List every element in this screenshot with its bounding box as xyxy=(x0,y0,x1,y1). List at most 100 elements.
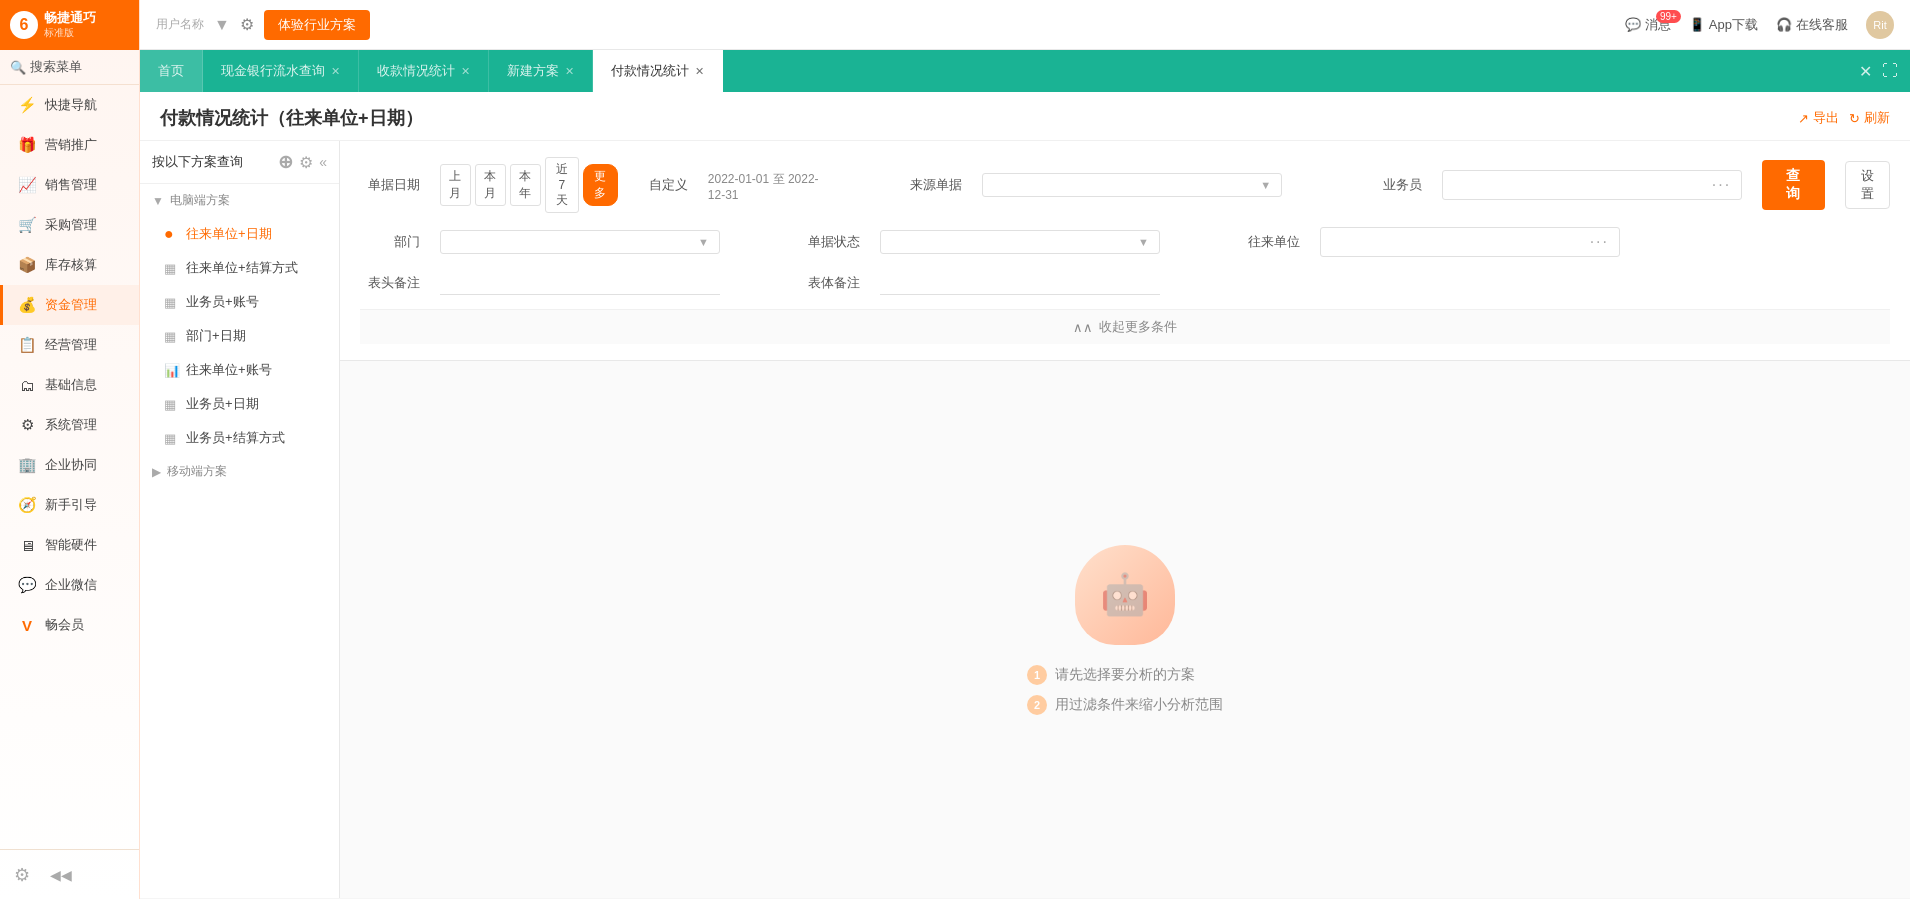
salesman-label: 业务员 xyxy=(1362,176,1422,194)
export-icon: ↗ xyxy=(1798,111,1809,126)
sidebar-item-purchase[interactable]: 🛒 采购管理 xyxy=(0,205,139,245)
hint-num-1: 1 xyxy=(1027,665,1047,685)
source-select[interactable]: ▼ xyxy=(982,173,1282,197)
scheme-item-partner-settlement[interactable]: ▦ 往来单位+结算方式 xyxy=(140,251,339,285)
search-menu[interactable]: 🔍 搜索菜单 xyxy=(0,50,139,85)
scheme-item-partner-account[interactable]: 📊 往来单位+账号 xyxy=(140,353,339,387)
trial-button[interactable]: 体验行业方案 xyxy=(264,10,370,40)
collapse-button[interactable]: ∧∧ 收起更多条件 xyxy=(360,309,1890,344)
scheme-item-salesman-settlement[interactable]: ▦ 业务员+结算方式 xyxy=(140,421,339,455)
table-header-note-label: 表头备注 xyxy=(360,274,420,292)
sidebar-item-weixin[interactable]: 💬 企业微信 xyxy=(0,565,139,605)
salesman-account-icon: ▦ xyxy=(164,295,180,310)
sidebar-item-label: 智能硬件 xyxy=(45,536,97,554)
app-download-button[interactable]: 📱 App下载 xyxy=(1689,16,1758,34)
bottom-collapse-icon[interactable]: ◀◀ xyxy=(50,867,72,883)
partner-select[interactable]: ··· xyxy=(1320,227,1620,257)
scheme-item-salesman-account[interactable]: ▦ 业务员+账号 xyxy=(140,285,339,319)
tab-expand-icon[interactable]: ⛶ xyxy=(1882,62,1898,80)
sidebar-item-operation[interactable]: 📋 经营管理 xyxy=(0,325,139,365)
scheme-item-dept-date[interactable]: ▦ 部门+日期 xyxy=(140,319,339,353)
sidebar-item-label: 畅会员 xyxy=(45,616,84,634)
close-new-scheme-icon[interactable]: ✕ xyxy=(565,65,574,78)
sidebar-item-system[interactable]: ⚙ 系统管理 xyxy=(0,405,139,445)
action-btns: 设置 xyxy=(1845,161,1890,209)
salesman-dots[interactable]: ··· xyxy=(1712,176,1731,194)
message-button[interactable]: 💬 消息 99+ xyxy=(1625,16,1671,34)
salesman-select[interactable]: ··· xyxy=(1442,170,1742,200)
sidebar-item-guide[interactable]: 🧭 新手引导 xyxy=(0,485,139,525)
dept-select[interactable]: ▼ xyxy=(440,230,720,254)
date-btn-more[interactable]: 更多 xyxy=(583,164,618,206)
user-avatar[interactable]: Rit xyxy=(1866,11,1894,39)
sidebar-item-label: 系统管理 xyxy=(45,416,97,434)
tab-payment-stat[interactable]: 付款情况统计 ✕ xyxy=(593,50,723,92)
scheme-group-desktop[interactable]: ▼ 电脑端方案 xyxy=(140,184,339,217)
logo-icon: 6 xyxy=(10,11,38,39)
date-btn-last-month[interactable]: 上月 xyxy=(440,164,471,206)
receipt-stat-tab-label: 收款情况统计 xyxy=(377,62,455,80)
collapse-chevron-icon: ∧∧ xyxy=(1073,320,1093,335)
page-title: 付款情况统计（往来单位+日期） xyxy=(160,106,423,130)
tab-new-scheme[interactable]: 新建方案 ✕ xyxy=(489,50,593,92)
app-label: App下载 xyxy=(1709,16,1758,34)
table-header-note-input[interactable] xyxy=(440,271,720,295)
tab-close-all-icon[interactable]: ✕ xyxy=(1859,62,1872,81)
service-button[interactable]: 🎧 在线客服 xyxy=(1776,16,1848,34)
sidebar-item-enterprise[interactable]: 🏢 企业协同 xyxy=(0,445,139,485)
empty-robot-icon xyxy=(1075,545,1175,645)
tab-receipt-stat[interactable]: 收款情况统计 ✕ xyxy=(359,50,489,92)
sales-icon: 📈 xyxy=(17,176,37,194)
scheme-collapse-icon[interactable]: « xyxy=(319,154,327,170)
refresh-icon: ↻ xyxy=(1849,111,1860,126)
close-bank-flow-icon[interactable]: ✕ xyxy=(331,65,340,78)
empty-hints: 1 请先选择要分析的方案 2 用过滤条件来缩小分析范围 xyxy=(1027,665,1223,715)
sidebar-item-hardware[interactable]: 🖥 智能硬件 xyxy=(0,525,139,565)
sidebar-item-label: 销售管理 xyxy=(45,176,97,194)
date-btn-last-7[interactable]: 近7天 xyxy=(545,157,579,213)
sidebar-item-label: 库存核算 xyxy=(45,256,97,274)
scheme-item-partner-date[interactable]: ● 往来单位+日期 xyxy=(140,217,339,251)
voucher-status-select[interactable]: ▼ xyxy=(880,230,1160,254)
close-receipt-stat-icon[interactable]: ✕ xyxy=(461,65,470,78)
scheme-settings-icon[interactable]: ⚙ xyxy=(299,153,313,172)
sidebar-item-basic[interactable]: 🗂 基础信息 xyxy=(0,365,139,405)
sidebar-item-quick-nav[interactable]: ⚡ 快捷导航 xyxy=(0,85,139,125)
tab-bank-flow[interactable]: 现金银行流水查询 ✕ xyxy=(203,50,359,92)
close-payment-stat-icon[interactable]: ✕ xyxy=(695,65,704,78)
partner-dots[interactable]: ··· xyxy=(1590,233,1609,251)
settings-button[interactable]: 设置 xyxy=(1845,161,1890,209)
sidebar-item-marketing[interactable]: 🎁 营销推广 xyxy=(0,125,139,165)
dropdown-arrow-icon[interactable]: ▼ xyxy=(214,16,230,34)
sidebar-item-vip[interactable]: V 畅会员 xyxy=(0,605,139,645)
date-options: 上月 本月 本年 近7天 更多 自定义 xyxy=(440,157,688,213)
sidebar-item-label: 采购管理 xyxy=(45,216,97,234)
table-body-note-input[interactable] xyxy=(880,271,1160,295)
scheme-item-label: 往来单位+账号 xyxy=(186,361,272,379)
basic-icon: 🗂 xyxy=(17,377,37,394)
scheme-group-mobile[interactable]: ▶ 移动端方案 xyxy=(140,455,339,488)
page-header: 付款情况统计（往来单位+日期） ↗ 导出 ↻ 刷新 xyxy=(140,92,1910,141)
settings-icon[interactable]: ⚙ xyxy=(240,15,254,34)
sidebar-item-inventory[interactable]: 📦 库存核算 xyxy=(0,245,139,285)
desktop-group-arrow-icon: ▼ xyxy=(152,194,164,208)
dept-arrow-icon: ▼ xyxy=(698,236,709,248)
bottom-settings-icon[interactable]: ⚙ xyxy=(14,864,30,886)
export-button[interactable]: ↗ 导出 xyxy=(1798,109,1839,127)
tab-bar-right: ✕ ⛶ xyxy=(1859,50,1910,92)
date-btn-this-month[interactable]: 本月 xyxy=(475,164,506,206)
content-area: 付款情况统计（往来单位+日期） ↗ 导出 ↻ 刷新 按 xyxy=(140,92,1910,899)
refresh-button[interactable]: ↻ 刷新 xyxy=(1849,109,1890,127)
tab-home[interactable]: 首页 xyxy=(140,50,203,92)
vip-icon: V xyxy=(17,617,37,634)
sidebar-item-sales[interactable]: 📈 销售管理 xyxy=(0,165,139,205)
sidebar-item-finance[interactable]: 💰 资金管理 xyxy=(0,285,139,325)
desktop-group-label: 电脑端方案 xyxy=(170,192,230,209)
empty-hint-1-text: 请先选择要分析的方案 xyxy=(1055,666,1195,684)
add-scheme-icon[interactable]: ⊕ xyxy=(278,151,293,173)
bank-flow-tab-label: 现金银行流水查询 xyxy=(221,62,325,80)
sidebar-item-label: 营销推广 xyxy=(45,136,97,154)
date-btn-this-year[interactable]: 本年 xyxy=(510,164,541,206)
query-button[interactable]: 查询 xyxy=(1762,160,1825,210)
scheme-item-salesman-date[interactable]: ▦ 业务员+日期 xyxy=(140,387,339,421)
